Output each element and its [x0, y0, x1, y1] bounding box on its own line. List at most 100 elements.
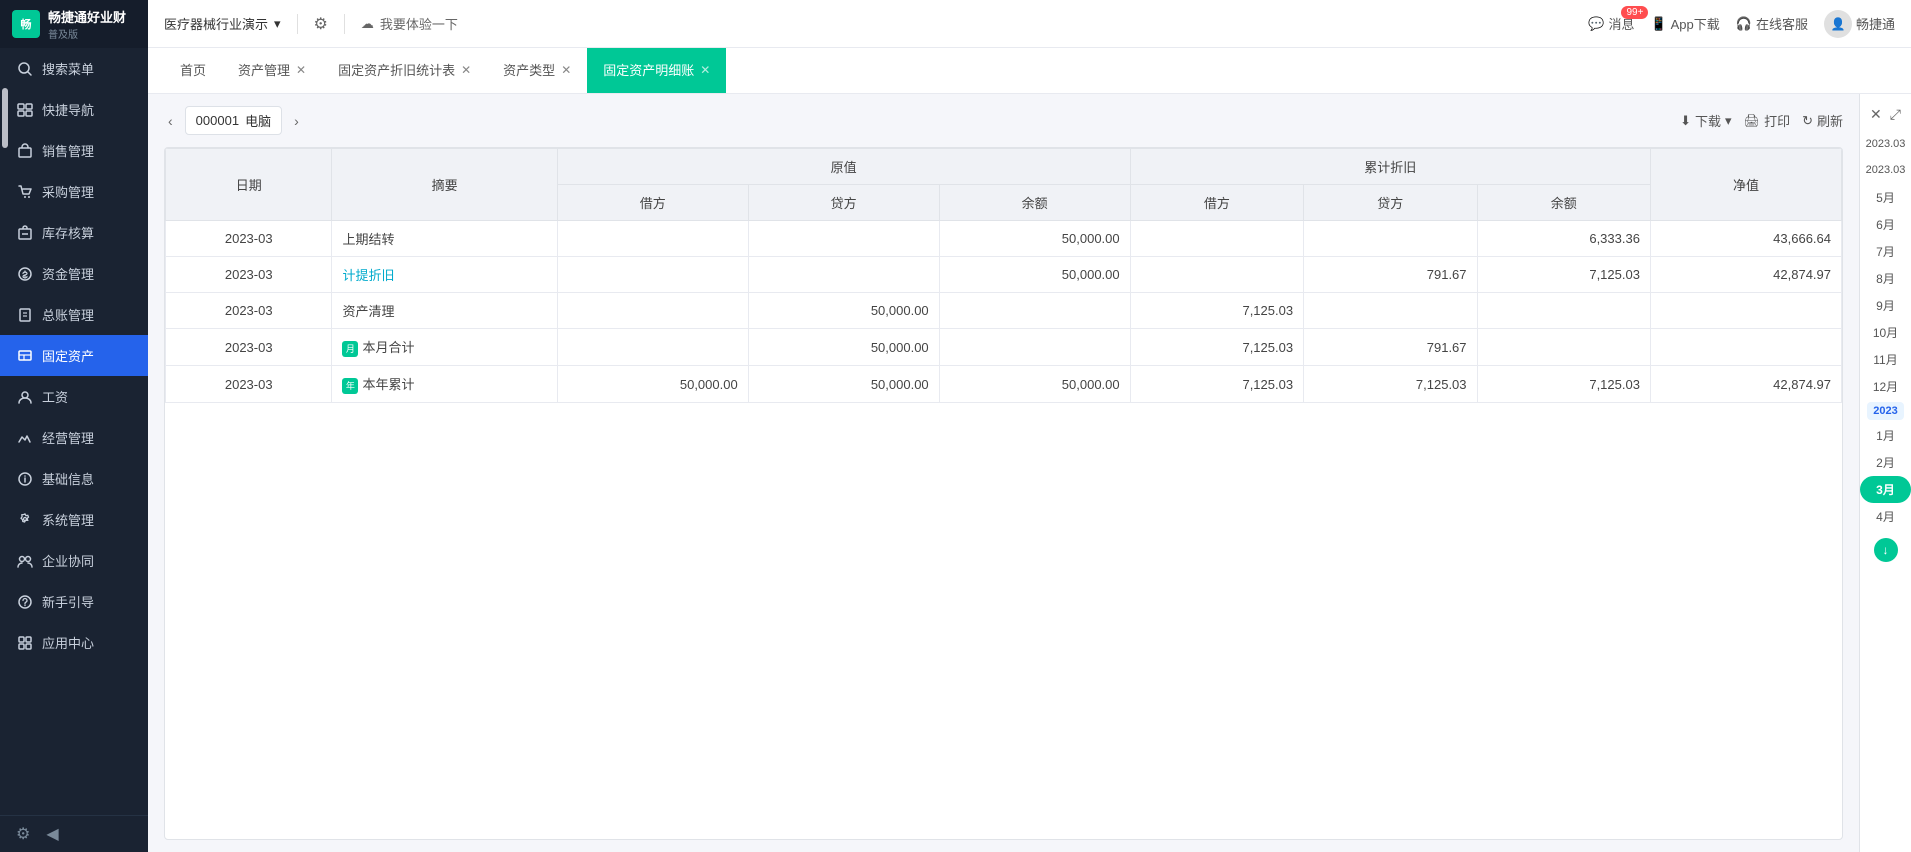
panel-month-1[interactable]: 1月: [1860, 422, 1911, 449]
scroll-down-btn[interactable]: ↓: [1874, 538, 1898, 562]
panel-month-12[interactable]: 12月: [1860, 373, 1911, 400]
app-logo: 畅: [12, 10, 40, 38]
user-avatar-btn[interactable]: 👤 畅捷通: [1824, 10, 1895, 38]
sidebar-item-management[interactable]: 经营管理: [0, 417, 148, 458]
download-icon: 📱: [1650, 16, 1666, 32]
notifications-btn[interactable]: 💬 消息 99+: [1588, 14, 1634, 33]
sidebar-item-info[interactable]: 基础信息: [0, 458, 148, 499]
purchase-icon: [16, 183, 34, 201]
sidebar-item-inventory[interactable]: 库存核算: [0, 212, 148, 253]
cell-date: 2023-03: [166, 366, 332, 403]
panel-expand-btn[interactable]: ⤢: [1888, 104, 1903, 125]
cell-net-value: 43,666.64: [1650, 221, 1841, 257]
table-row: 2023-03 月本月合计 50,000.00 7,125.03 791.67: [166, 329, 1842, 366]
sidebar-item-purchase[interactable]: 采购管理: [0, 171, 148, 212]
experience-btn[interactable]: ☁ 我要体验一下: [361, 14, 458, 33]
sidebar-item-system[interactable]: 系统管理: [0, 499, 148, 540]
panel-month-3[interactable]: 3月: [1860, 476, 1911, 503]
sidebar-item-funds[interactable]: 资金管理: [0, 253, 148, 294]
assets-icon: [16, 347, 34, 365]
asset-code: 000001: [196, 113, 239, 128]
nav-icon: [16, 101, 34, 119]
cell-orig-debit: [557, 221, 748, 257]
refresh-btn[interactable]: ↻ 刷新: [1802, 111, 1843, 130]
download-icon2: ⬇: [1680, 113, 1691, 129]
tabs-bar: 首页 资产管理 ✕ 固定资产折旧统计表 ✕ 资产类型 ✕ 固定资产明细账 ✕: [148, 48, 1911, 94]
sidebar-nav: 搜索菜单 快捷导航 销售管理 采购管理 库存核算: [0, 48, 148, 815]
username-label: 畅捷通: [1856, 14, 1895, 33]
panel-month-2[interactable]: 2月: [1860, 449, 1911, 476]
cell-dep-balance: [1477, 329, 1650, 366]
asset-name: 电脑: [245, 111, 271, 130]
sidebar-item-ledger[interactable]: 总账管理: [0, 294, 148, 335]
panel-close-btn[interactable]: ✕: [1868, 104, 1884, 125]
asset-nav: ‹ 000001 电脑 › ⬇ 下载 ▾ 🖨 打印: [164, 106, 1843, 135]
asset-code-box: 000001 电脑: [185, 106, 282, 135]
sidebar-item-label-nav: 快捷导航: [42, 100, 94, 119]
cell-orig-credit: 50,000.00: [748, 329, 939, 366]
tab-asset-detail-close[interactable]: ✕: [700, 63, 710, 77]
company-selector[interactable]: 医疗器械行业演示 ▾: [164, 14, 281, 33]
cell-orig-debit: [557, 329, 748, 366]
app-title: 畅捷通好业财: [48, 7, 126, 26]
th-orig-balance: 余额: [939, 185, 1130, 221]
sidebar-item-guide[interactable]: 新手引导: [0, 581, 148, 622]
sidebar-item-search[interactable]: 搜索菜单: [0, 48, 148, 89]
panel-month-9[interactable]: 9月: [1860, 292, 1911, 319]
cell-orig-balance: [939, 293, 1130, 329]
settings-footer-btn[interactable]: ⚙: [16, 824, 30, 844]
prev-asset-btn[interactable]: ‹: [164, 109, 177, 133]
online-service-btn[interactable]: 🎧 在线客服: [1736, 14, 1808, 33]
sidebar-item-label-collab: 企业协同: [42, 551, 94, 570]
topbar-settings-icon[interactable]: ⚙: [314, 14, 328, 34]
panel-year-2023[interactable]: 2023: [1867, 402, 1903, 420]
toolbar-right: ⬇ 下载 ▾ 🖨 打印 ↻ 刷新: [1680, 111, 1843, 130]
sidebar-item-label-search: 搜索菜单: [42, 59, 94, 78]
sidebar-item-salary[interactable]: 工资: [0, 376, 148, 417]
salary-icon: [16, 388, 34, 406]
th-date: 日期: [166, 149, 332, 221]
panel-month-5[interactable]: 5月: [1860, 184, 1911, 211]
sidebar-item-label-funds: 资金管理: [42, 264, 94, 283]
th-summary: 摘要: [332, 149, 557, 221]
sidebar-item-nav[interactable]: 快捷导航: [0, 89, 148, 130]
print-btn[interactable]: 🖨 打印: [1744, 111, 1791, 130]
sidebar-item-label-inventory: 库存核算: [42, 223, 94, 242]
service-label: 在线客服: [1756, 14, 1808, 33]
panel-header2: 2023.03: [1862, 157, 1910, 183]
topbar-divider1: [297, 14, 298, 34]
table-row: 2023-03 资产清理 50,000.00 7,125.03: [166, 293, 1842, 329]
tab-depreciation-close[interactable]: ✕: [461, 63, 471, 77]
panel-month-4[interactable]: 4月: [1860, 503, 1911, 530]
panel-month-8[interactable]: 8月: [1860, 265, 1911, 292]
panel-month-10[interactable]: 10月: [1860, 319, 1911, 346]
cell-orig-credit: 50,000.00: [748, 366, 939, 403]
sidebar-item-label-info: 基础信息: [42, 469, 94, 488]
tab-asset-type-close[interactable]: ✕: [561, 63, 571, 77]
tab-asset-management-close[interactable]: ✕: [296, 63, 306, 77]
panel-month-7[interactable]: 7月: [1860, 238, 1911, 265]
app-title-block: 畅捷通好业财 普及版: [48, 7, 126, 41]
cell-dep-debit: [1130, 221, 1303, 257]
tab-asset-type[interactable]: 资产类型 ✕: [487, 48, 587, 93]
tab-asset-detail[interactable]: 固定资产明细账 ✕: [587, 48, 726, 93]
panel-month-6[interactable]: 6月: [1860, 211, 1911, 238]
next-asset-btn[interactable]: ›: [290, 109, 303, 133]
app-download-btn[interactable]: 📱 App下载: [1650, 14, 1719, 33]
download-btn[interactable]: ⬇ 下载 ▾: [1680, 111, 1731, 130]
tab-asset-management-label: 资产管理: [238, 60, 290, 79]
tab-asset-management[interactable]: 资产管理 ✕: [222, 48, 322, 93]
sidebar-item-assets[interactable]: 固定资产: [0, 335, 148, 376]
table-row: 2023-03 计提折旧 50,000.00 791.67 7,125.03 4…: [166, 257, 1842, 293]
right-date-panel: ✕ ⤢ 2023.03 2023.03 5月 6月 7月 8月 9月 10月 1…: [1859, 94, 1911, 852]
sidebar-item-collab[interactable]: 企业协同: [0, 540, 148, 581]
company-name: 医疗器械行业演示: [164, 14, 268, 33]
tab-depreciation-table[interactable]: 固定资产折旧统计表 ✕: [322, 48, 487, 93]
sidebar-item-sales[interactable]: 销售管理: [0, 130, 148, 171]
sidebar: 畅 畅捷通好业财 普及版 搜索菜单 快捷导航 销售管理: [0, 0, 148, 852]
table-row: 2023-03 上期结转 50,000.00 6,333.36 43,666.6…: [166, 221, 1842, 257]
panel-month-11[interactable]: 11月: [1860, 346, 1911, 373]
sidebar-item-apps[interactable]: 应用中心: [0, 622, 148, 663]
tab-home[interactable]: 首页: [164, 48, 222, 93]
collapse-sidebar-btn[interactable]: ◀: [46, 824, 58, 844]
